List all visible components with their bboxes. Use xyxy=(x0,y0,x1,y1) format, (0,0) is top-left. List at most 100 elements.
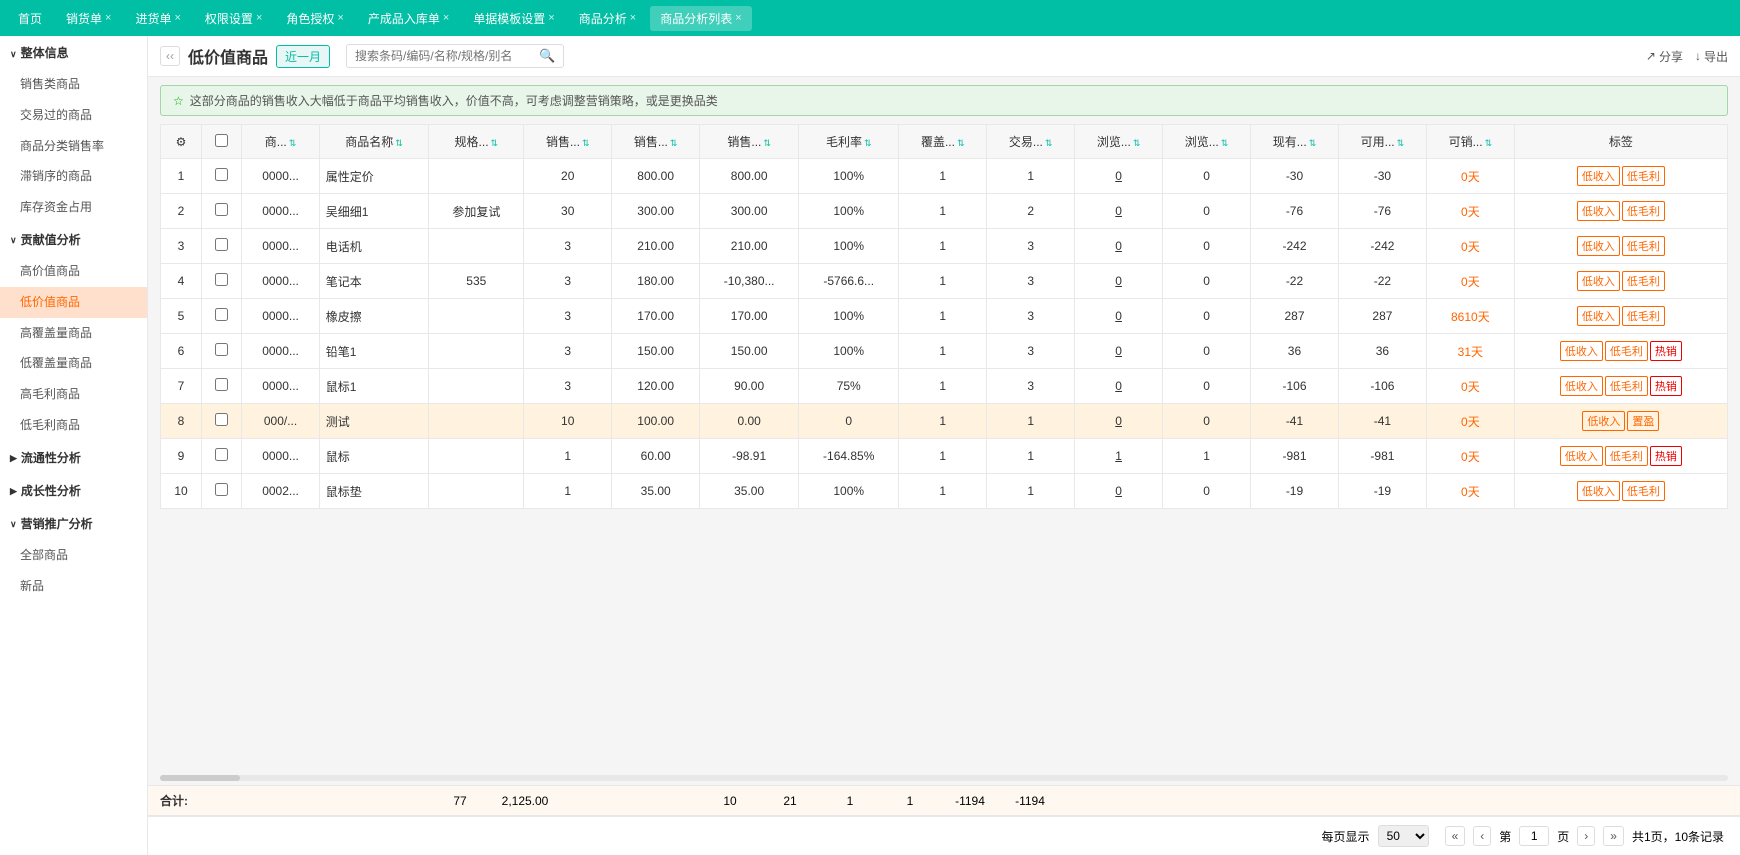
col-sale1[interactable]: 销售...⇅ xyxy=(524,125,612,159)
select-all-checkbox[interactable] xyxy=(215,134,228,147)
sidebar-item-category-rate[interactable]: 商品分类销售率 xyxy=(0,131,147,162)
cell-checkbox[interactable] xyxy=(201,299,241,334)
cell-checkbox[interactable] xyxy=(201,369,241,404)
nav-close-sales[interactable]: × xyxy=(105,12,111,24)
nav-purchase[interactable]: 进货单 × xyxy=(125,6,190,31)
col-gear[interactable] xyxy=(161,125,202,159)
scrollbar-thumb[interactable] xyxy=(160,775,240,781)
nav-products[interactable]: 产成品入库单 × xyxy=(358,6,459,31)
row-checkbox[interactable] xyxy=(215,273,228,286)
cell-checkbox[interactable] xyxy=(201,194,241,229)
cell-checkbox[interactable] xyxy=(201,404,241,439)
cell-checkbox[interactable] xyxy=(201,334,241,369)
cell-checkbox[interactable] xyxy=(201,474,241,509)
col-view2[interactable]: 浏览...⇅ xyxy=(1163,125,1251,159)
sidebar-item-inventory-capital[interactable]: 库存资金占用 xyxy=(0,192,147,223)
nav-home[interactable]: 首页 xyxy=(8,6,52,31)
nav-close-templates[interactable]: × xyxy=(548,12,554,24)
collapse-sidebar-button[interactable]: ‹‹ xyxy=(160,46,180,66)
cell-margin: 100% xyxy=(799,229,899,264)
sidebar-item-low-value[interactable]: 低价值商品 xyxy=(0,287,147,318)
row-checkbox[interactable] xyxy=(215,378,228,391)
col-name[interactable]: 商品名称⇅ xyxy=(319,125,429,159)
cell-days: 0天 xyxy=(1426,474,1514,509)
col-sellable[interactable]: 可销...⇅ xyxy=(1426,125,1514,159)
row-checkbox[interactable] xyxy=(215,483,228,496)
col-code[interactable]: 商...⇅ xyxy=(242,125,319,159)
sidebar-group-circulation[interactable]: 流通性分析 xyxy=(0,441,147,474)
nav-close-roles[interactable]: × xyxy=(337,12,343,24)
view1-link[interactable]: 0 xyxy=(1115,414,1122,428)
col-avail[interactable]: 可用...⇅ xyxy=(1338,125,1426,159)
row-checkbox[interactable] xyxy=(215,168,228,181)
view1-link[interactable]: 0 xyxy=(1115,484,1122,498)
view1-link[interactable]: 0 xyxy=(1115,379,1122,393)
sidebar-item-traded-goods[interactable]: 交易过的商品 xyxy=(0,100,147,131)
row-checkbox[interactable] xyxy=(215,343,228,356)
filter-period-button[interactable]: 近一月 xyxy=(276,45,330,68)
row-checkbox[interactable] xyxy=(215,413,228,426)
sidebar-item-high-margin[interactable]: 高毛利商品 xyxy=(0,379,147,410)
sidebar-item-low-margin[interactable]: 低毛利商品 xyxy=(0,410,147,441)
cell-checkbox[interactable] xyxy=(201,439,241,474)
col-spec[interactable]: 规格...⇅ xyxy=(429,125,524,159)
col-view1[interactable]: 浏览...⇅ xyxy=(1075,125,1163,159)
sidebar-item-slow-goods[interactable]: 滞销序的商品 xyxy=(0,161,147,192)
sidebar-item-new-goods[interactable]: 新品 xyxy=(0,571,147,602)
row-checkbox[interactable] xyxy=(215,238,228,251)
view1-link[interactable]: 0 xyxy=(1115,274,1122,288)
nav-templates[interactable]: 单据模板设置 × xyxy=(463,6,564,31)
view1-link[interactable]: 0 xyxy=(1115,204,1122,218)
col-current[interactable]: 现有...⇅ xyxy=(1251,125,1339,159)
col-checkbox[interactable] xyxy=(201,125,241,159)
search-input[interactable] xyxy=(355,49,535,63)
nav-analysis[interactable]: 商品分析 × xyxy=(569,6,646,31)
row-checkbox[interactable] xyxy=(215,448,228,461)
page-label2: 页 xyxy=(1557,828,1569,845)
cell-checkbox[interactable] xyxy=(201,264,241,299)
table-row: 3 0000... 电话机 3 210.00 210.00 100% 1 3 0… xyxy=(161,229,1728,264)
nav-close-analysis-list[interactable]: × xyxy=(735,12,741,24)
cell-checkbox[interactable] xyxy=(201,159,241,194)
last-page-button[interactable]: » xyxy=(1603,826,1624,846)
cell-checkbox[interactable] xyxy=(201,229,241,264)
sidebar-item-sales-goods[interactable]: 销售类商品 xyxy=(0,69,147,100)
per-page-select[interactable]: 50 100 200 xyxy=(1378,825,1429,847)
prev-page-button[interactable]: ‹ xyxy=(1473,826,1491,846)
view1-link[interactable]: 0 xyxy=(1115,344,1122,358)
row-checkbox[interactable] xyxy=(215,203,228,216)
cell-code: 000/... xyxy=(242,404,319,439)
share-button[interactable]: 分享 xyxy=(1646,48,1683,65)
export-button[interactable]: 导出 xyxy=(1695,48,1728,65)
next-page-button[interactable]: › xyxy=(1577,826,1595,846)
sidebar-group-contribution[interactable]: 贡献值分析 xyxy=(0,223,147,256)
view1-link[interactable]: 0 xyxy=(1115,169,1122,183)
nav-permissions[interactable]: 权限设置 × xyxy=(195,6,272,31)
sidebar-group-marketing[interactable]: 营销推广分析 xyxy=(0,507,147,540)
view1-link[interactable]: 0 xyxy=(1115,239,1122,253)
nav-analysis-list[interactable]: 商品分析列表 × xyxy=(650,6,751,31)
col-sale2[interactable]: 销售...⇅ xyxy=(612,125,700,159)
view1-link[interactable]: 1 xyxy=(1115,449,1122,463)
sidebar-item-low-cover[interactable]: 低覆盖量商品 xyxy=(0,348,147,379)
horizontal-scrollbar[interactable] xyxy=(160,775,1728,781)
nav-close-analysis[interactable]: × xyxy=(630,12,636,24)
col-sale3[interactable]: 销售...⇅ xyxy=(700,125,799,159)
col-margin[interactable]: 毛利率⇅ xyxy=(799,125,899,159)
view1-link[interactable]: 0 xyxy=(1115,309,1122,323)
sidebar-item-high-value[interactable]: 高价值商品 xyxy=(0,256,147,287)
sidebar-item-high-cover[interactable]: 高覆盖量商品 xyxy=(0,318,147,349)
col-trade[interactable]: 交易...⇅ xyxy=(987,125,1075,159)
nav-close-purchase[interactable]: × xyxy=(174,12,180,24)
nav-close-products[interactable]: × xyxy=(443,12,449,24)
page-input[interactable] xyxy=(1519,826,1549,846)
first-page-button[interactable]: « xyxy=(1445,826,1466,846)
nav-sales[interactable]: 销货单 × xyxy=(56,6,121,31)
col-cover[interactable]: 覆盖...⇅ xyxy=(899,125,987,159)
row-checkbox[interactable] xyxy=(215,308,228,321)
nav-roles[interactable]: 角色授权 × xyxy=(276,6,353,31)
nav-close-permissions[interactable]: × xyxy=(256,12,262,24)
sidebar-group-overall[interactable]: 整体信息 xyxy=(0,36,147,69)
sidebar-group-growth[interactable]: 成长性分析 xyxy=(0,474,147,507)
sidebar-item-all-goods[interactable]: 全部商品 xyxy=(0,540,147,571)
